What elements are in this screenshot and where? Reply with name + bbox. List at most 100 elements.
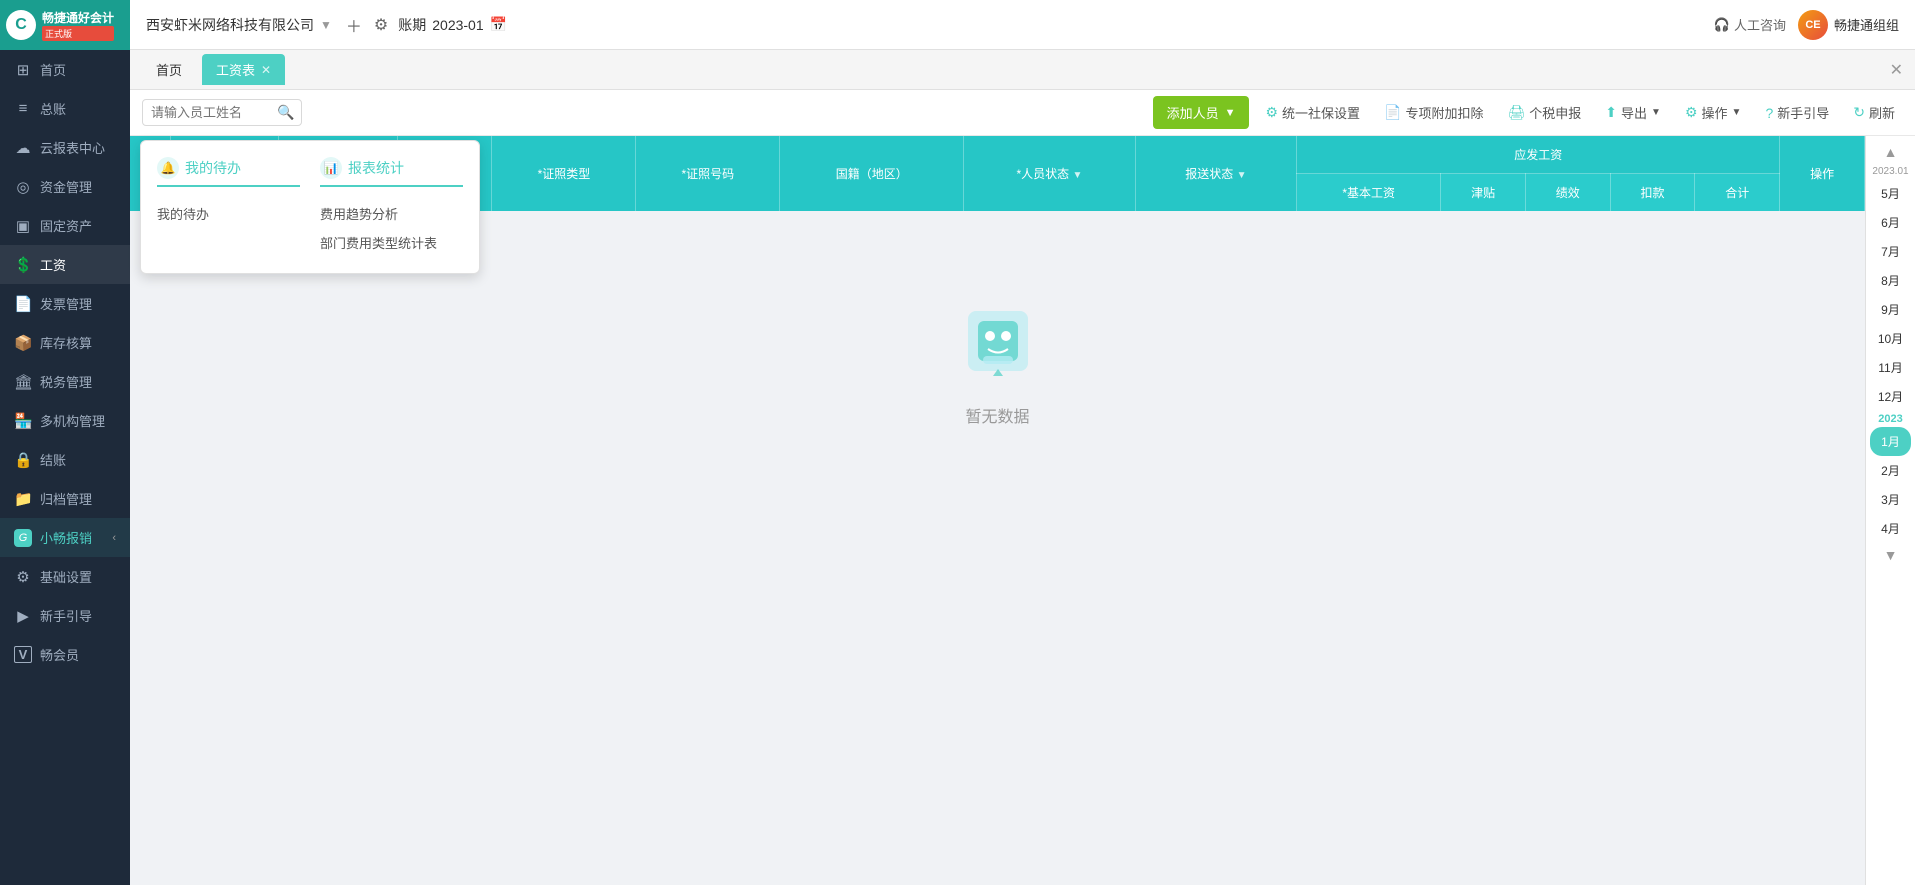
- sidebar-item-closing[interactable]: 🔒 结账: [0, 440, 130, 479]
- guide-icon: ▶: [14, 607, 32, 625]
- month-2[interactable]: 2月: [1866, 456, 1915, 485]
- dropdown-content: 🔔 我的待办 我的待办 📊 报表统计 费用趋势分析 部门费用类型统计表: [157, 157, 463, 257]
- th-status: *人员状态 ▼: [964, 136, 1135, 211]
- sidebar-item-ledger[interactable]: ≡ 总账: [0, 89, 130, 128]
- support-button[interactable]: 🎧 人工咨询: [1714, 15, 1786, 34]
- dropdown-col1-title: 我的待办: [185, 158, 241, 178]
- sidebar-item-label: 归档管理: [40, 489, 92, 508]
- status-filter-icon[interactable]: ▼: [1072, 170, 1082, 181]
- social-security-action[interactable]: ⚙ 统一社保设置: [1257, 99, 1368, 126]
- sidebar-item-member[interactable]: V 畅会员: [0, 635, 130, 674]
- settings-icon: ⚙: [14, 568, 32, 586]
- export-action[interactable]: ⬆ 导出 ▼: [1597, 99, 1669, 126]
- sidebar-item-inventory[interactable]: 📦 库存核算: [0, 323, 130, 362]
- month-11[interactable]: 11月: [1866, 353, 1915, 382]
- fund-icon: ◎: [14, 178, 32, 196]
- sidebar-item-guide[interactable]: ▶ 新手引导: [0, 596, 130, 635]
- sidebar-item-xiaochang[interactable]: G 小畅报销 ‹: [0, 518, 130, 557]
- member-icon: V: [14, 646, 32, 663]
- refresh-label: 刷新: [1869, 103, 1895, 122]
- month-5[interactable]: 5月: [1866, 179, 1915, 208]
- company-selector[interactable]: 西安虾米网络科技有限公司 ▼: [146, 15, 332, 35]
- month-7[interactable]: 7月: [1866, 237, 1915, 266]
- special-deduct-action[interactable]: 📄 专项附加扣除: [1376, 99, 1491, 126]
- dropdown-item-my-todo[interactable]: 我的待办: [157, 199, 300, 228]
- dropdown-item-dept-cost[interactable]: 部门费用类型统计表: [320, 228, 463, 257]
- sidebar-item-label: 云报表中心: [40, 138, 105, 157]
- add-person-button[interactable]: 添加人员 ▼: [1153, 96, 1250, 129]
- sidebar-item-label: 库存核算: [40, 333, 92, 352]
- add-icon[interactable]: ＋: [346, 13, 362, 37]
- th-country: 国籍（地区）: [780, 136, 964, 211]
- sidebar-item-archive[interactable]: 📁 归档管理: [0, 479, 130, 518]
- sidebar-item-label: 小畅报销: [40, 528, 92, 547]
- month-1-active[interactable]: 1月: [1870, 427, 1911, 456]
- operations-action[interactable]: ⚙ 操作 ▼: [1677, 99, 1749, 126]
- dropdown-col-report: 📊 报表统计 费用趋势分析 部门费用类型统计表: [320, 157, 463, 257]
- tab-home-label: 首页: [156, 60, 182, 79]
- tax-icon: 🏛: [14, 373, 32, 391]
- refresh-action[interactable]: ↻ 刷新: [1845, 99, 1903, 126]
- month-4[interactable]: 4月: [1866, 514, 1915, 543]
- sidebar-item-invoice[interactable]: 📄 发票管理: [0, 284, 130, 323]
- tab-home[interactable]: 首页: [142, 54, 196, 85]
- close-button[interactable]: ✕: [1890, 60, 1903, 80]
- search-box[interactable]: 🔍: [142, 99, 302, 126]
- operations-icon: ⚙: [1685, 104, 1698, 121]
- sidebar-item-label: 税务管理: [40, 372, 92, 391]
- tax-report-action[interactable]: 🖨 个税申报: [1500, 99, 1590, 126]
- month-8[interactable]: 8月: [1866, 266, 1915, 295]
- sidebar-item-fund[interactable]: ◎ 资金管理: [0, 167, 130, 206]
- company-name: 西安虾米网络科技有限公司: [146, 15, 314, 35]
- user-menu[interactable]: CE 畅捷通组组: [1798, 10, 1899, 40]
- export-label: 导出: [1621, 103, 1647, 122]
- report-filter-icon[interactable]: ▼: [1237, 170, 1247, 181]
- todo-header-icon: 🔔: [157, 157, 179, 179]
- search-input[interactable]: [151, 105, 271, 120]
- month-12[interactable]: 12月: [1866, 382, 1915, 411]
- month-9[interactable]: 9月: [1866, 295, 1915, 324]
- sidebar-item-label: 结账: [40, 450, 66, 469]
- period-selector[interactable]: 账期 2023-01 📅: [398, 15, 507, 35]
- tax-report-icon: 🖨: [1508, 104, 1526, 121]
- month-10[interactable]: 10月: [1866, 324, 1915, 353]
- search-icon[interactable]: 🔍: [277, 104, 294, 121]
- period-label: 账期: [398, 15, 426, 35]
- tab-close-icon[interactable]: ✕: [261, 63, 271, 77]
- sidebar-item-home[interactable]: ⊞ 首页: [0, 50, 130, 89]
- sidebar-item-salary[interactable]: 💲 工资: [0, 245, 130, 284]
- month-3[interactable]: 3月: [1866, 485, 1915, 514]
- sidebar-item-tax[interactable]: 🏛 税务管理: [0, 362, 130, 401]
- sidebar-item-label: 总账: [40, 99, 66, 118]
- sidebar-item-cloud-report[interactable]: ☁ 云报表中心: [0, 128, 130, 167]
- calendar-icon: 📅: [490, 16, 507, 33]
- sidebar-item-label: 新手引导: [40, 606, 92, 625]
- add-person-label: 添加人员: [1167, 103, 1219, 122]
- dropdown-item-cost-trend[interactable]: 费用趋势分析: [320, 199, 463, 228]
- sidebar-item-multi-org[interactable]: 🏪 多机构管理: [0, 401, 130, 440]
- month-nav-up[interactable]: ▲: [1866, 140, 1915, 164]
- sidebar-item-basic[interactable]: ⚙ 基础设置: [0, 557, 130, 596]
- refresh-icon: ↻: [1853, 104, 1865, 121]
- dropdown-col1-header: 🔔 我的待办: [157, 157, 300, 187]
- salary-icon: 💲: [14, 256, 32, 274]
- toolbar: 🔍 添加人员 ▼ ⚙ 统一社保设置 📄 专项附加扣除 🖨 个税申报 ⬆ 导出 ▼…: [130, 90, 1915, 136]
- topbar: 西安虾米网络科技有限公司 ▼ ＋ ⚙ 账期 2023-01 📅 🎧 人工咨询 C…: [130, 0, 1915, 50]
- dropdown-col-todo: 🔔 我的待办 我的待办: [157, 157, 300, 257]
- sidebar-item-label: 畅会员: [40, 645, 79, 664]
- empty-icon: [948, 291, 1048, 391]
- month-6[interactable]: 6月: [1866, 208, 1915, 237]
- sidebar-item-label: 多机构管理: [40, 411, 105, 430]
- dropdown-col2-title: 报表统计: [348, 158, 404, 178]
- dept-cost-label: 部门费用类型统计表: [320, 236, 437, 251]
- sidebar-item-fixed-asset[interactable]: ▣ 固定资产: [0, 206, 130, 245]
- settings-gear-icon[interactable]: ⚙: [374, 15, 388, 35]
- month-nav-down[interactable]: ▼: [1866, 543, 1915, 567]
- th-allowance: 津贴: [1441, 174, 1526, 212]
- home-icon: ⊞: [14, 61, 32, 79]
- dropdown-col2-header: 📊 报表统计: [320, 157, 463, 187]
- new-guide-action[interactable]: ? 新手引导: [1757, 99, 1837, 126]
- tab-salary[interactable]: 工资表 ✕: [202, 54, 285, 85]
- add-dropdown-arrow: ▼: [1225, 107, 1236, 119]
- tabbar: 首页 工资表 ✕ ✕: [130, 50, 1915, 90]
